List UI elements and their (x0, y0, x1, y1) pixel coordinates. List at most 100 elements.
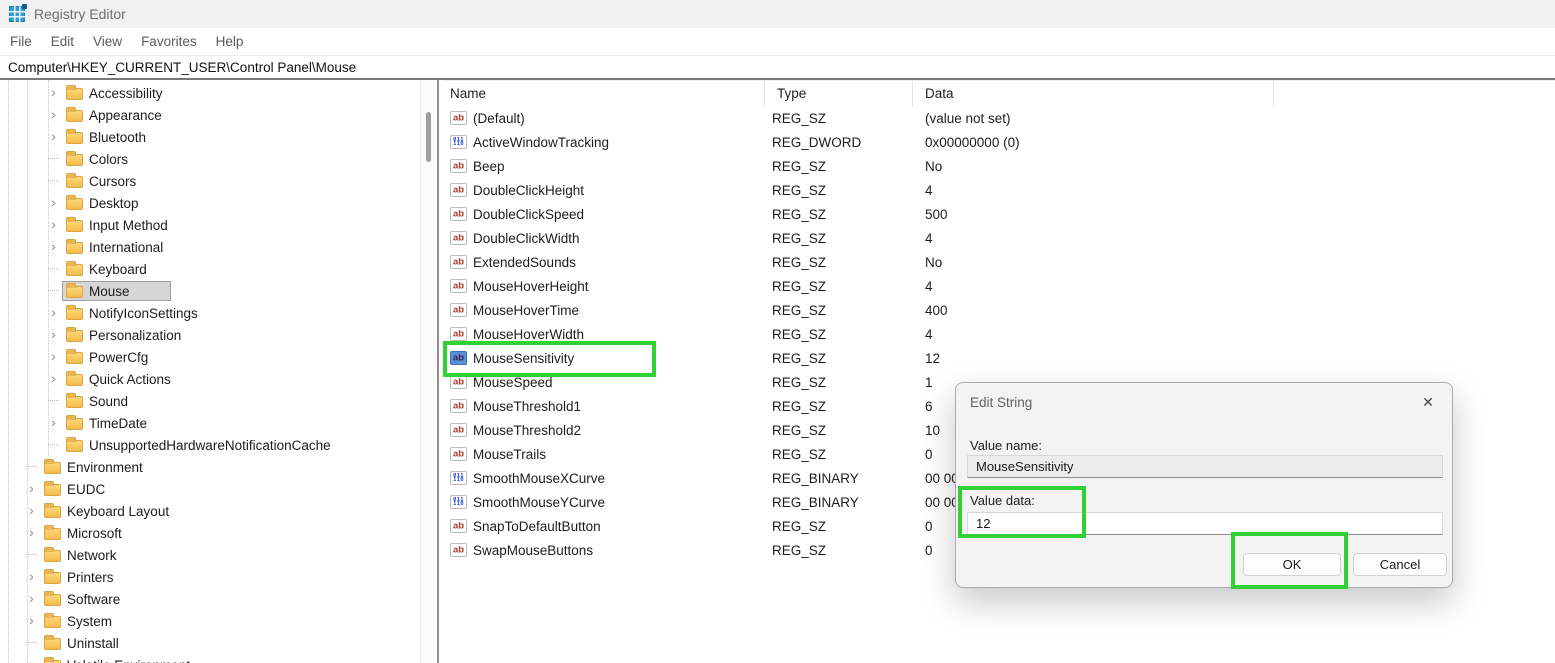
column-header-type[interactable]: Type (765, 81, 913, 107)
chevron-right-icon[interactable] (23, 459, 40, 475)
tree-node[interactable]: Software (40, 589, 124, 609)
tree-node[interactable]: Uninstall (40, 633, 123, 653)
registry-value-row[interactable]: ExtendedSounds REG_SZ No (442, 250, 1555, 274)
registry-value-row[interactable]: MouseHoverWidth REG_SZ 4 (442, 322, 1555, 346)
menu-item[interactable]: File (10, 34, 32, 49)
registry-value-row[interactable]: DoubleClickWidth REG_SZ 4 (442, 226, 1555, 250)
tree-item[interactable]: Bluetooth (0, 126, 437, 148)
tree-item[interactable]: Appearance (0, 104, 437, 126)
registry-value-row[interactable]: MouseHoverHeight REG_SZ 4 (442, 274, 1555, 298)
tree-node[interactable]: PowerCfg (62, 347, 152, 367)
tree-node[interactable]: NotifyIconSettings (62, 303, 202, 323)
chevron-right-icon[interactable] (23, 503, 40, 519)
tree-node[interactable]: Quick Actions (62, 369, 175, 389)
tree-node[interactable]: Printers (40, 567, 118, 587)
tree-item[interactable]: Keyboard (0, 258, 437, 280)
tree-item-label: Personalization (89, 327, 182, 343)
tree-node[interactable]: Bluetooth (62, 127, 150, 147)
registry-value-row[interactable]: ActiveWindowTracking REG_DWORD 0x0000000… (442, 130, 1555, 154)
tree-item[interactable]: Network (0, 544, 437, 566)
value-type-icon (450, 303, 467, 317)
folder-icon (66, 349, 83, 364)
tree-node[interactable]: Desktop (62, 193, 143, 213)
chevron-right-icon[interactable] (23, 591, 40, 607)
registry-value-row[interactable]: MouseSensitivity REG_SZ 12 (442, 346, 1555, 370)
tree-item[interactable]: Software (0, 588, 437, 610)
tree-item[interactable]: Desktop (0, 192, 437, 214)
tree-item[interactable]: Printers (0, 566, 437, 588)
tree-item[interactable]: Quick Actions (0, 368, 437, 390)
address-bar[interactable]: Computer\HKEY_CURRENT_USER\Control Panel… (0, 55, 1555, 80)
tree-scrollbar[interactable] (420, 80, 436, 663)
tree-item[interactable]: EUDC (0, 478, 437, 500)
tree-item[interactable]: UnsupportedHardwareNotificationCache (0, 434, 437, 456)
tree-item[interactable]: Personalization (0, 324, 437, 346)
tree-scrollbar-thumb[interactable] (426, 112, 431, 162)
tree-item[interactable]: Input Method (0, 214, 437, 236)
cancel-button[interactable]: Cancel (1353, 553, 1447, 576)
tree-node[interactable]: Volatile Environment (40, 655, 194, 663)
value-data-field[interactable] (967, 512, 1443, 535)
registry-value-row[interactable]: (Default) REG_SZ (value not set) (442, 106, 1555, 130)
column-header-name[interactable]: Name (442, 81, 765, 107)
chevron-right-icon[interactable] (23, 635, 40, 651)
ok-button[interactable]: OK (1243, 553, 1341, 576)
registry-value-row[interactable]: Beep REG_SZ No (442, 154, 1555, 178)
tree-item-label: Mouse (89, 283, 130, 299)
tree-item[interactable]: Mouse (0, 280, 437, 302)
tree-item[interactable]: Sound (0, 390, 437, 412)
tree-node[interactable]: UnsupportedHardwareNotificationCache (62, 435, 335, 455)
tree-node[interactable]: Personalization (62, 325, 185, 345)
column-header-data[interactable]: Data (913, 81, 1274, 107)
tree-node[interactable]: Sound (62, 391, 132, 411)
registry-value-row[interactable]: DoubleClickHeight REG_SZ 4 (442, 178, 1555, 202)
chevron-right-icon[interactable] (23, 547, 40, 563)
tree-node[interactable]: EUDC (40, 479, 109, 499)
menu-item[interactable]: Favorites (141, 34, 197, 49)
menu-item[interactable]: View (93, 34, 122, 49)
value-data: 4 (925, 230, 933, 246)
tree-item[interactable]: NotifyIconSettings (0, 302, 437, 324)
tree-item[interactable]: Volatile Environment (0, 654, 437, 663)
tree-node[interactable]: Accessibility (62, 83, 167, 103)
tree-node[interactable]: International (62, 237, 167, 257)
tree-node[interactable]: Microsoft (40, 523, 126, 543)
tree-node[interactable]: Input Method (62, 215, 172, 235)
tree-item[interactable]: Accessibility (0, 82, 437, 104)
tree-node[interactable]: Mouse (62, 281, 171, 301)
menu-item[interactable]: Edit (51, 34, 74, 49)
menu-item[interactable]: Help (216, 34, 244, 49)
tree-item[interactable]: Uninstall (0, 632, 437, 654)
tree-item[interactable]: International (0, 236, 437, 258)
tree-node[interactable]: Keyboard (62, 259, 151, 279)
close-icon[interactable] (1418, 392, 1438, 412)
chevron-right-icon[interactable] (23, 657, 40, 663)
value-type-icon (450, 327, 467, 341)
registry-value-row[interactable]: DoubleClickSpeed REG_SZ 500 (442, 202, 1555, 226)
tree-node[interactable]: Network (40, 545, 121, 565)
tree-node[interactable]: Cursors (62, 171, 140, 191)
tree-node[interactable]: TimeDate (62, 413, 151, 433)
chevron-right-icon[interactable] (23, 481, 40, 497)
dialog-title: Edit String (970, 395, 1033, 410)
tree-node[interactable]: Environment (40, 457, 147, 477)
tree-node[interactable]: Appearance (62, 105, 166, 125)
tree-item[interactable]: Colors (0, 148, 437, 170)
tree-item[interactable]: Keyboard Layout (0, 500, 437, 522)
tree-item[interactable]: Environment (0, 456, 437, 478)
registry-value-row[interactable]: MouseHoverTime REG_SZ 400 (442, 298, 1555, 322)
tree-node[interactable]: Colors (62, 149, 132, 169)
tree-node[interactable]: System (40, 611, 116, 631)
tree-item[interactable]: TimeDate (0, 412, 437, 434)
chevron-right-icon[interactable] (23, 569, 40, 585)
tree-item[interactable]: Cursors (0, 170, 437, 192)
tree-item[interactable]: Microsoft (0, 522, 437, 544)
tree-node[interactable]: Keyboard Layout (40, 501, 173, 521)
chevron-right-icon[interactable] (23, 525, 40, 541)
value-name-field[interactable] (967, 455, 1443, 478)
chevron-right-icon[interactable] (23, 613, 40, 629)
folder-icon (66, 261, 83, 276)
pane-separator[interactable] (437, 80, 439, 663)
tree-item[interactable]: PowerCfg (0, 346, 437, 368)
tree-item[interactable]: System (0, 610, 437, 632)
